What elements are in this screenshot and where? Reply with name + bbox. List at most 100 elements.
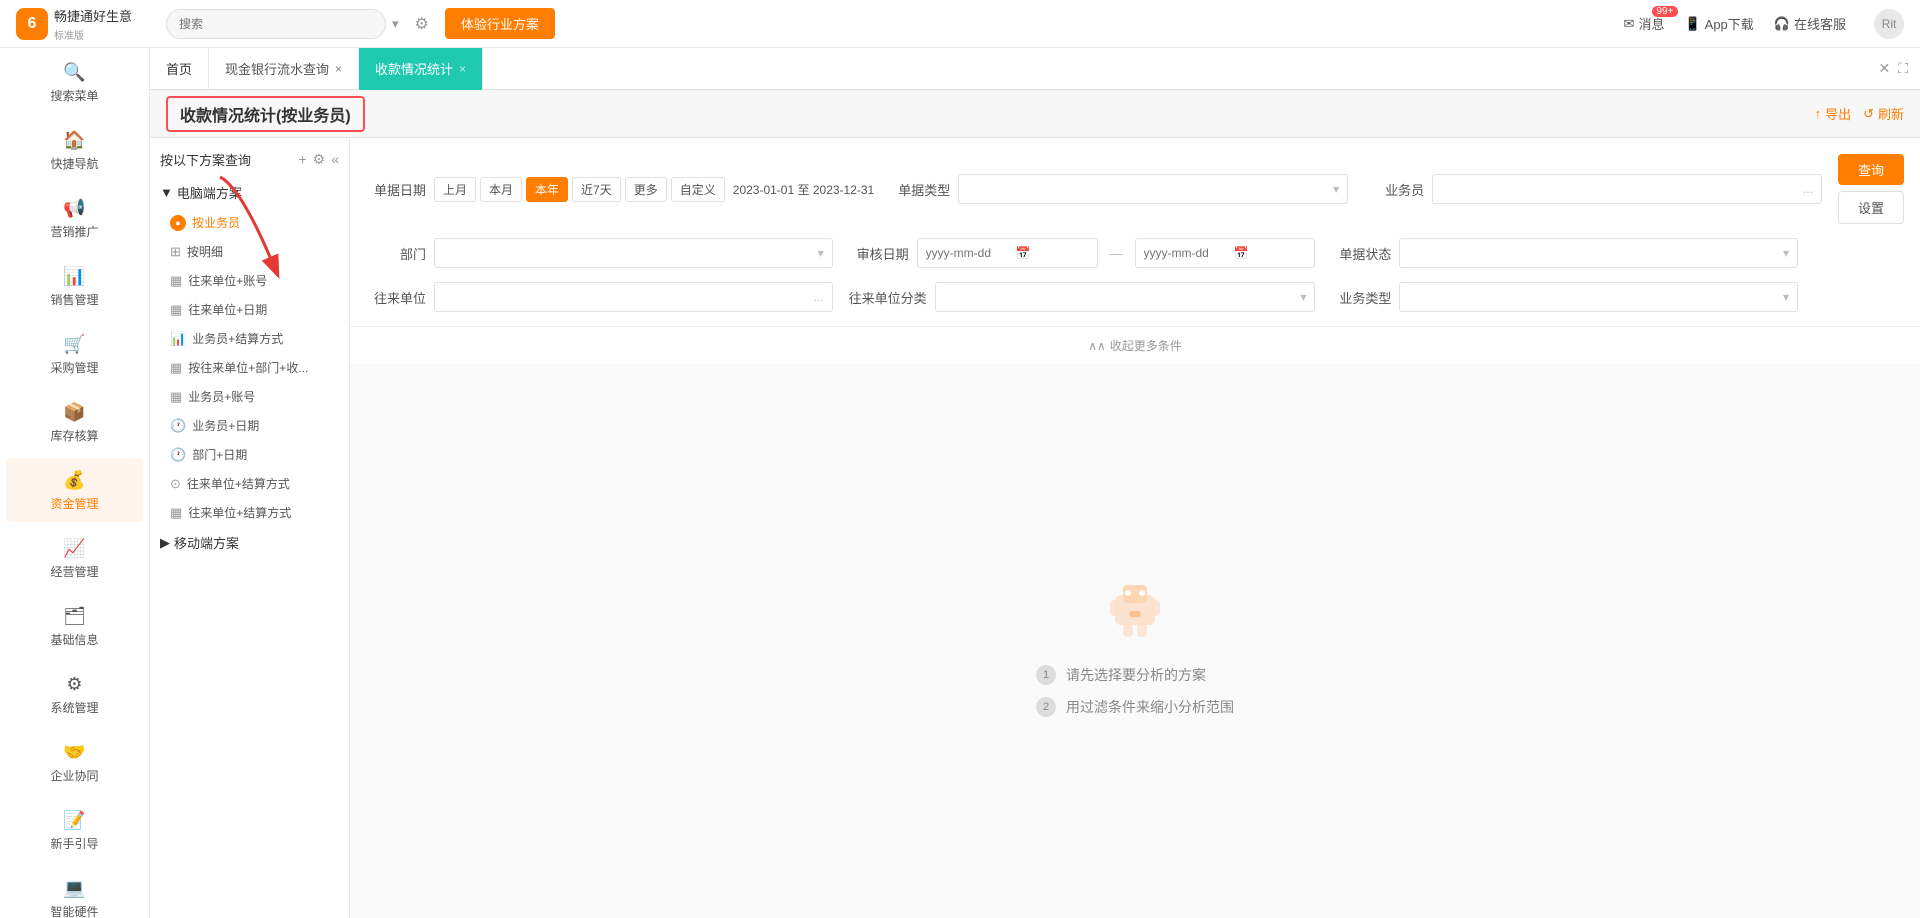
empty-robot-illustration (1095, 565, 1175, 645)
review-date-to-input[interactable]: 📅 (1135, 238, 1316, 268)
app-download-label: App下载 (1705, 14, 1754, 33)
scheme-add-icon[interactable]: + (298, 151, 306, 168)
app-download-btn[interactable]: 📱 App下载 (1684, 14, 1753, 33)
empty-state: 1 请先选择要分析的方案 2 用过滤条件来缩小分析范围 (350, 364, 1920, 918)
date-btn-last-month[interactable]: 上月 (434, 177, 476, 202)
review-date-from-field[interactable] (926, 246, 1016, 260)
scheme-settings-icon[interactable]: ⚙ (313, 151, 326, 168)
tab-bank-flow[interactable]: 现金银行流水查询 × (209, 48, 359, 90)
scheme-header-actions: + ⚙ « (298, 151, 339, 168)
top-header: 6 畅捷通好生意 标准版 ▾ ⚙ 体验行业方案 ✉ 消息 99+ 📱 App下载… (0, 0, 1920, 48)
sidebar-item-sales[interactable]: 📊 销售管理 (6, 254, 143, 318)
scheme-item-by-detail[interactable]: ⊞ 按明细 (150, 237, 349, 266)
dept-input[interactable]: ▾ (434, 238, 833, 268)
main-layout: 🔍 搜索菜单 🏠 快捷导航 📢 营销推广 📊 销售管理 🛒 采购管理 📦 库存核… (0, 0, 1920, 918)
date-separator: — (1106, 246, 1127, 261)
sidebar-label-basic-info: 基础信息 (50, 631, 98, 648)
business-type-label: 业务类型 (1331, 288, 1391, 307)
trial-btn[interactable]: 体验行业方案 (445, 8, 555, 39)
guide-icon: 📝 (63, 810, 85, 831)
scheme-item-salesman-account[interactable]: ▦ 业务员+账号 (150, 382, 349, 411)
online-service-btn[interactable]: 🎧 在线客服 (1774, 14, 1846, 33)
scheme-item-unit-dept-collect[interactable]: ▦ 按往来单位+部门+收... (150, 353, 349, 382)
date-btn-this-year[interactable]: 本年 (526, 177, 568, 202)
window-expand-btn[interactable]: ⛶ (1898, 60, 1908, 77)
finance-icon: 💰 (63, 470, 85, 491)
scheme-item-label-by-salesman: 按业务员 (192, 214, 240, 231)
filter-cell-voucher-type: 单据类型 ▾ (890, 174, 1348, 204)
voucher-type-input[interactable]: ▾ (958, 174, 1348, 204)
partner-category-label: 往来单位分类 (849, 288, 927, 307)
filter-main: 单据日期 上月 本月 本年 近7天 更多 自定义 2023-01-01 (350, 138, 1920, 918)
smart-hw-icon: 💻 (63, 878, 85, 899)
tab-home[interactable]: 首页 (150, 48, 209, 90)
sidebar-item-marketing[interactable]: 📢 营销推广 (6, 186, 143, 250)
scheme-item-dept-date[interactable]: 🕐 部门+日期 (150, 440, 349, 469)
sidebar-item-quick-nav[interactable]: 🏠 快捷导航 (6, 118, 143, 182)
scheme-item-label-salesman-date: 业务员+日期 (192, 417, 259, 434)
window-close-btn[interactable]: ✕ (1878, 60, 1890, 77)
partner-input[interactable]: ... (434, 282, 833, 312)
collapse-bar[interactable]: ∧∧ 收起更多条件 (350, 326, 1920, 364)
scheme-item-salesman-date[interactable]: 🕐 业务员+日期 (150, 411, 349, 440)
business-type-down-arrow: ▾ (1783, 290, 1789, 304)
calendar-icon-to[interactable]: 📅 (1234, 246, 1249, 260)
scheme-item-unit-settlement1[interactable]: ⊙ 往来单位+结算方式 (150, 469, 349, 498)
scheme-icon-unit-dept: ▦ (170, 360, 182, 376)
tab-bank-flow-close[interactable]: × (335, 62, 342, 76)
export-btn[interactable]: ↑ 导出 (1815, 104, 1852, 123)
scheme-bullet-icon: ● (170, 215, 186, 231)
scheme-item-by-salesman[interactable]: ● 按业务员 (150, 208, 349, 237)
review-date-to-field[interactable] (1144, 246, 1234, 260)
date-btn-this-month[interactable]: 本月 (480, 177, 522, 202)
messages-btn[interactable]: ✉ 消息 99+ (1624, 14, 1665, 33)
sidebar-label-marketing: 营销推广 (50, 223, 98, 240)
scheme-item-salesman-settlement[interactable]: 📊 业务员+结算方式 (150, 324, 349, 353)
review-date-from-input[interactable]: 📅 (917, 238, 1098, 268)
refresh-label: 刷新 (1878, 104, 1904, 123)
sidebar-item-guide[interactable]: 📝 新手引导 (6, 798, 143, 862)
settings-icon[interactable]: ⚙ (415, 14, 429, 34)
sidebar-item-search-menu[interactable]: 🔍 搜索菜单 (6, 50, 143, 114)
tab-receivable-stats-close[interactable]: × (459, 62, 466, 76)
sidebar-item-finance[interactable]: 💰 资金管理 (6, 458, 143, 522)
sidebar-item-system[interactable]: ⚙ 系统管理 (6, 662, 143, 726)
settings-btn[interactable]: 设置 (1838, 191, 1904, 224)
scheme-item-label-unit-account: 往来单位+账号 (188, 272, 267, 289)
sidebar-label-system: 系统管理 (50, 699, 98, 716)
date-btn-custom[interactable]: 自定义 (671, 177, 725, 202)
sidebar-item-purchase[interactable]: 🛒 采购管理 (6, 322, 143, 386)
salesman-input[interactable]: ... (1432, 174, 1822, 204)
sidebar-item-smart-hw[interactable]: 💻 智能硬件 (6, 866, 143, 918)
scheme-desktop-category[interactable]: ▼ 电脑端方案 (150, 177, 349, 208)
search-dropdown-icon[interactable]: ▾ (392, 16, 399, 32)
partner-category-input[interactable]: ▾ (935, 282, 1316, 312)
search-input[interactable] (166, 9, 386, 39)
tab-receivable-stats[interactable]: 收款情况统计 × (359, 48, 483, 90)
voucher-status-input[interactable]: ▾ (1399, 238, 1798, 268)
date-btn-7days[interactable]: 近7天 (572, 177, 621, 202)
sidebar-item-basic-info[interactable]: 🗂 基础信息 (6, 594, 143, 658)
business-type-input[interactable]: ▾ (1399, 282, 1798, 312)
sidebar-item-enterprise[interactable]: 🤝 企业协同 (6, 730, 143, 794)
sidebar-item-operations[interactable]: 📈 经营管理 (6, 526, 143, 590)
main-content: 首页 现金银行流水查询 × 收款情况统计 × ✕ ⛶ 收款情况统计(按业务员) (150, 48, 1920, 918)
scheme-item-unit-account[interactable]: ▦ 往来单位+账号 (150, 266, 349, 295)
sidebar-label-guide: 新手引导 (50, 835, 98, 852)
calendar-icon-from[interactable]: 📅 (1016, 246, 1031, 260)
scheme-item-unit-settlement2[interactable]: ▦ 往来单位+结算方式 (150, 498, 349, 527)
sidebar-label-search-menu: 搜索菜单 (50, 87, 98, 104)
scheme-item-unit-date[interactable]: ▦ 往来单位+日期 (150, 295, 349, 324)
voucher-status-down-arrow: ▾ (1783, 246, 1789, 260)
query-btn[interactable]: 查询 (1838, 154, 1904, 185)
scheme-mobile-category[interactable]: ▶ 移动端方案 (150, 527, 349, 558)
date-btn-more[interactable]: 更多 (625, 177, 667, 202)
filter-cell-dept: 部门 ▾ (366, 238, 833, 268)
user-avatar[interactable]: Rit (1874, 9, 1904, 39)
scheme-collapse-icon[interactable]: « (331, 151, 339, 168)
sidebar-label-purchase: 采购管理 (50, 359, 98, 376)
salesman-more-icon: ... (1803, 182, 1813, 196)
sidebar-item-inventory[interactable]: 📦 库存核算 (6, 390, 143, 454)
date-range: 2023-01-01 至 2023-12-31 (733, 181, 874, 198)
refresh-btn[interactable]: ↺ 刷新 (1863, 104, 1904, 123)
